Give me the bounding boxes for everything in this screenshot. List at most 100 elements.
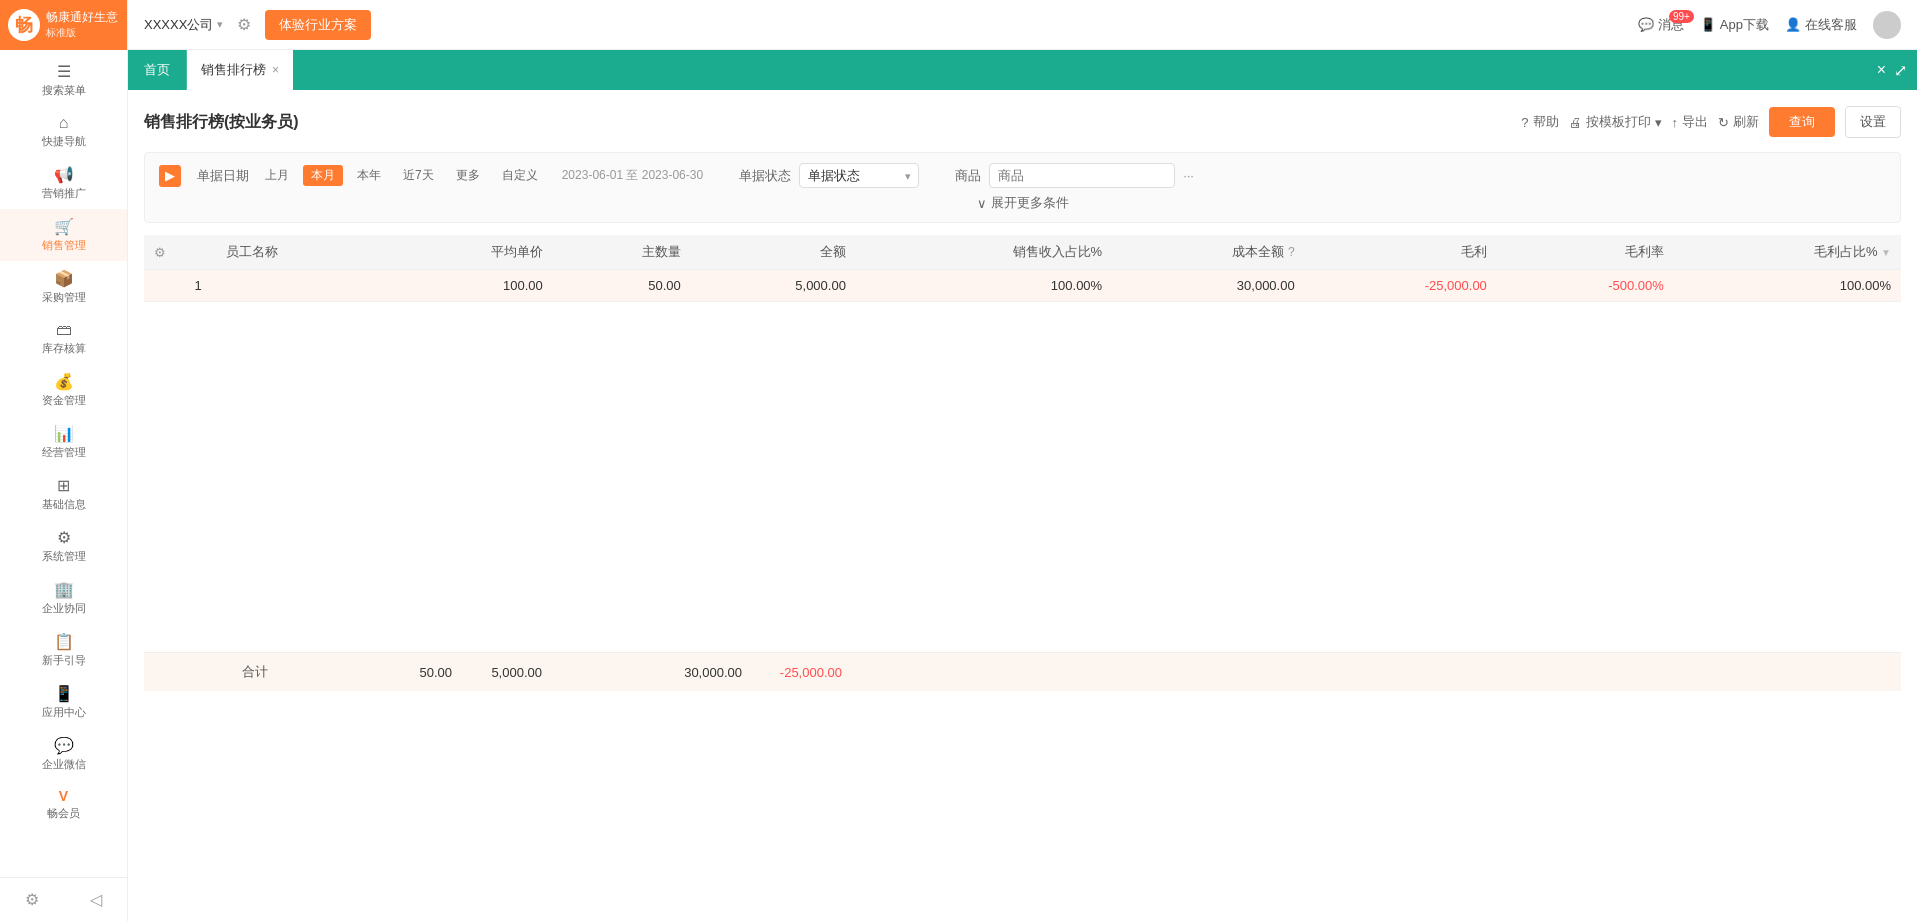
sidebar-item-marketing[interactable]: 📢 营销推广: [0, 157, 127, 209]
print-chevron-icon: ▾: [1655, 115, 1662, 130]
service-icon: 👤: [1785, 17, 1801, 32]
help-button[interactable]: ? 帮助: [1521, 113, 1558, 131]
refresh-icon: ↻: [1718, 115, 1729, 130]
sidebar-item-member[interactable]: V 畅会员: [0, 780, 127, 829]
purchase-icon: 📦: [54, 269, 74, 288]
th-sales-ratio: 销售收入占比%: [856, 235, 1112, 270]
sidebar-settings-btn[interactable]: ⚙: [21, 886, 43, 913]
print-dropdown[interactable]: 🖨 按模板打印 ▾: [1569, 113, 1662, 131]
sidebar-collapse-btn[interactable]: ◁: [86, 886, 106, 913]
cell-amount: 5,000.00: [691, 270, 856, 302]
sidebar-item-shortcut[interactable]: ⌂ 快捷导航: [0, 106, 127, 157]
sidebar-label-wechat: 企业微信: [42, 757, 86, 772]
sales-ratio-value: 100.00%: [1051, 278, 1102, 293]
operations-icon: 📊: [54, 424, 74, 443]
th-avg-price: 平均单价: [384, 235, 552, 270]
sidebar-item-system[interactable]: ⚙ 系统管理: [0, 520, 127, 572]
data-table: ⚙ 员工名称 平均单价 主数量: [144, 235, 1901, 302]
marketing-icon: 📢: [54, 165, 74, 184]
help-label: 帮助: [1533, 113, 1559, 131]
refresh-button[interactable]: ↻ 刷新: [1718, 113, 1759, 131]
th-quantity: 主数量: [553, 235, 691, 270]
app-version: 标准版: [46, 26, 118, 40]
date-tab-current-month[interactable]: 本月: [303, 165, 343, 186]
gross-rate-value: -500.00%: [1608, 278, 1664, 293]
sidebar-label-apps: 应用中心: [42, 705, 86, 720]
gross-ratio-value: 100.00%: [1840, 278, 1891, 293]
sidebar-item-enterprise[interactable]: 🏢 企业协同: [0, 572, 127, 624]
column-settings-icon[interactable]: ⚙: [154, 245, 166, 260]
tab-home[interactable]: 首页: [128, 50, 187, 90]
date-tab-7days[interactable]: 近7天: [395, 165, 442, 186]
cell-gross-rate: -500.00%: [1497, 270, 1674, 302]
sales-icon: 🛒: [54, 217, 74, 236]
rank-value: 1: [194, 278, 201, 293]
table-footer: 合计 50.00 5,000.00 30,000.00 -25,000.00: [144, 652, 1901, 691]
sidebar-item-apps[interactable]: 📱 应用中心: [0, 676, 127, 728]
sidebar-item-sales[interactable]: 🛒 销售管理: [0, 209, 127, 261]
company-selector[interactable]: XXXXX公司 ▾: [144, 16, 223, 34]
footer-label: 合计: [232, 663, 312, 681]
avatar[interactable]: [1873, 11, 1901, 39]
settings-gear-icon[interactable]: ⚙: [237, 15, 251, 34]
tab-minimize-icon[interactable]: ×: [1877, 61, 1886, 79]
tab-close-icon[interactable]: ×: [272, 63, 279, 77]
tab-maximize-icon[interactable]: ⤢: [1894, 61, 1907, 80]
home-icon: ⌂: [59, 114, 69, 132]
filter-expand-arrow[interactable]: ▶: [159, 165, 181, 187]
date-tab-last-month[interactable]: 上月: [257, 165, 297, 186]
settings-button[interactable]: 设置: [1845, 106, 1901, 138]
cost-help-icon[interactable]: ?: [1288, 245, 1295, 259]
help-icon: ?: [1521, 115, 1528, 130]
query-button[interactable]: 查询: [1769, 107, 1835, 137]
app-download-button[interactable]: 📱 App下载: [1700, 16, 1769, 34]
sidebar-item-search[interactable]: ☰ 搜索菜单: [0, 54, 127, 106]
system-icon: ⚙: [57, 528, 71, 547]
date-tabs: 上月 本月 本年 近7天 更多 自定义: [257, 165, 546, 186]
status-filter: 单据状态 单据状态: [739, 163, 919, 188]
sidebar-label-inventory: 库存核算: [42, 341, 86, 356]
sidebar-item-purchase[interactable]: 📦 采购管理: [0, 261, 127, 313]
date-filter-label: 单据日期: [197, 167, 249, 185]
sidebar-item-operations[interactable]: 📊 经营管理: [0, 416, 127, 468]
expand-more-button[interactable]: ∨ 展开更多条件: [977, 194, 1069, 212]
filter-row: ▶ 单据日期 上月 本月 本年 近7天 更多 自定义: [159, 163, 1886, 188]
footer-cost: 30,000.00: [652, 665, 752, 680]
sidebar-item-guide[interactable]: 📋 新手引导: [0, 624, 127, 676]
goods-input[interactable]: [989, 163, 1175, 188]
sidebar-label-operations: 经营管理: [42, 445, 86, 460]
amount-value: 5,000.00: [795, 278, 846, 293]
export-button[interactable]: ↑ 导出: [1672, 113, 1709, 131]
page-actions: ? 帮助 🖨 按模板打印 ▾ ↑ 导出 ↻ 刷新: [1521, 106, 1901, 138]
online-service-button[interactable]: 👤 在线客服: [1785, 16, 1857, 34]
date-tab-current-year[interactable]: 本年: [349, 165, 389, 186]
status-select[interactable]: 单据状态: [799, 163, 919, 188]
sidebar-label-finance: 资金管理: [42, 393, 86, 408]
sidebar-item-inventory[interactable]: 🗃 库存核算: [0, 313, 127, 364]
sidebar-item-finance[interactable]: 💰 资金管理: [0, 364, 127, 416]
tab-active-label: 销售排行榜: [201, 61, 266, 79]
date-tab-custom[interactable]: 自定义: [494, 165, 546, 186]
app-download-label: App下载: [1720, 16, 1769, 34]
date-tab-more[interactable]: 更多: [448, 165, 488, 186]
sidebar-item-wechat[interactable]: 💬 企业微信: [0, 728, 127, 780]
apps-icon: 📱: [54, 684, 74, 703]
sidebar-label-sales: 销售管理: [42, 238, 86, 253]
page-title: 销售排行榜(按业务员): [144, 112, 299, 133]
goods-more-btn[interactable]: ···: [1183, 168, 1194, 183]
footer-quantity: 50.00: [392, 665, 462, 680]
finance-icon: 💰: [54, 372, 74, 391]
message-button[interactable]: 💬 消息 99+: [1638, 16, 1684, 34]
topbar-right: 💬 消息 99+ 📱 App下载 👤 在线客服: [1638, 11, 1901, 39]
gross-ratio-sort-icon[interactable]: ▼: [1881, 247, 1891, 258]
th-gross-rate: 毛利率: [1497, 235, 1674, 270]
message-icon: 💬: [1638, 17, 1654, 32]
page-container: 销售排行榜(按业务员) ? 帮助 🖨 按模板打印 ▾ ↑ 导出: [128, 90, 1917, 921]
sidebar-item-basic[interactable]: ⊞ 基础信息: [0, 468, 127, 520]
trial-button[interactable]: 体验行业方案: [265, 10, 371, 40]
th-cost: 成本全额 ?: [1112, 235, 1305, 270]
topbar: XXXXX公司 ▾ ⚙ 体验行业方案 💬 消息 99+ 📱 App下载 👤 在线…: [128, 0, 1917, 50]
print-label: 按模板打印: [1586, 113, 1651, 131]
tab-sales-ranking[interactable]: 销售排行榜 ×: [187, 50, 293, 90]
cost-value: 30,000.00: [1237, 278, 1295, 293]
